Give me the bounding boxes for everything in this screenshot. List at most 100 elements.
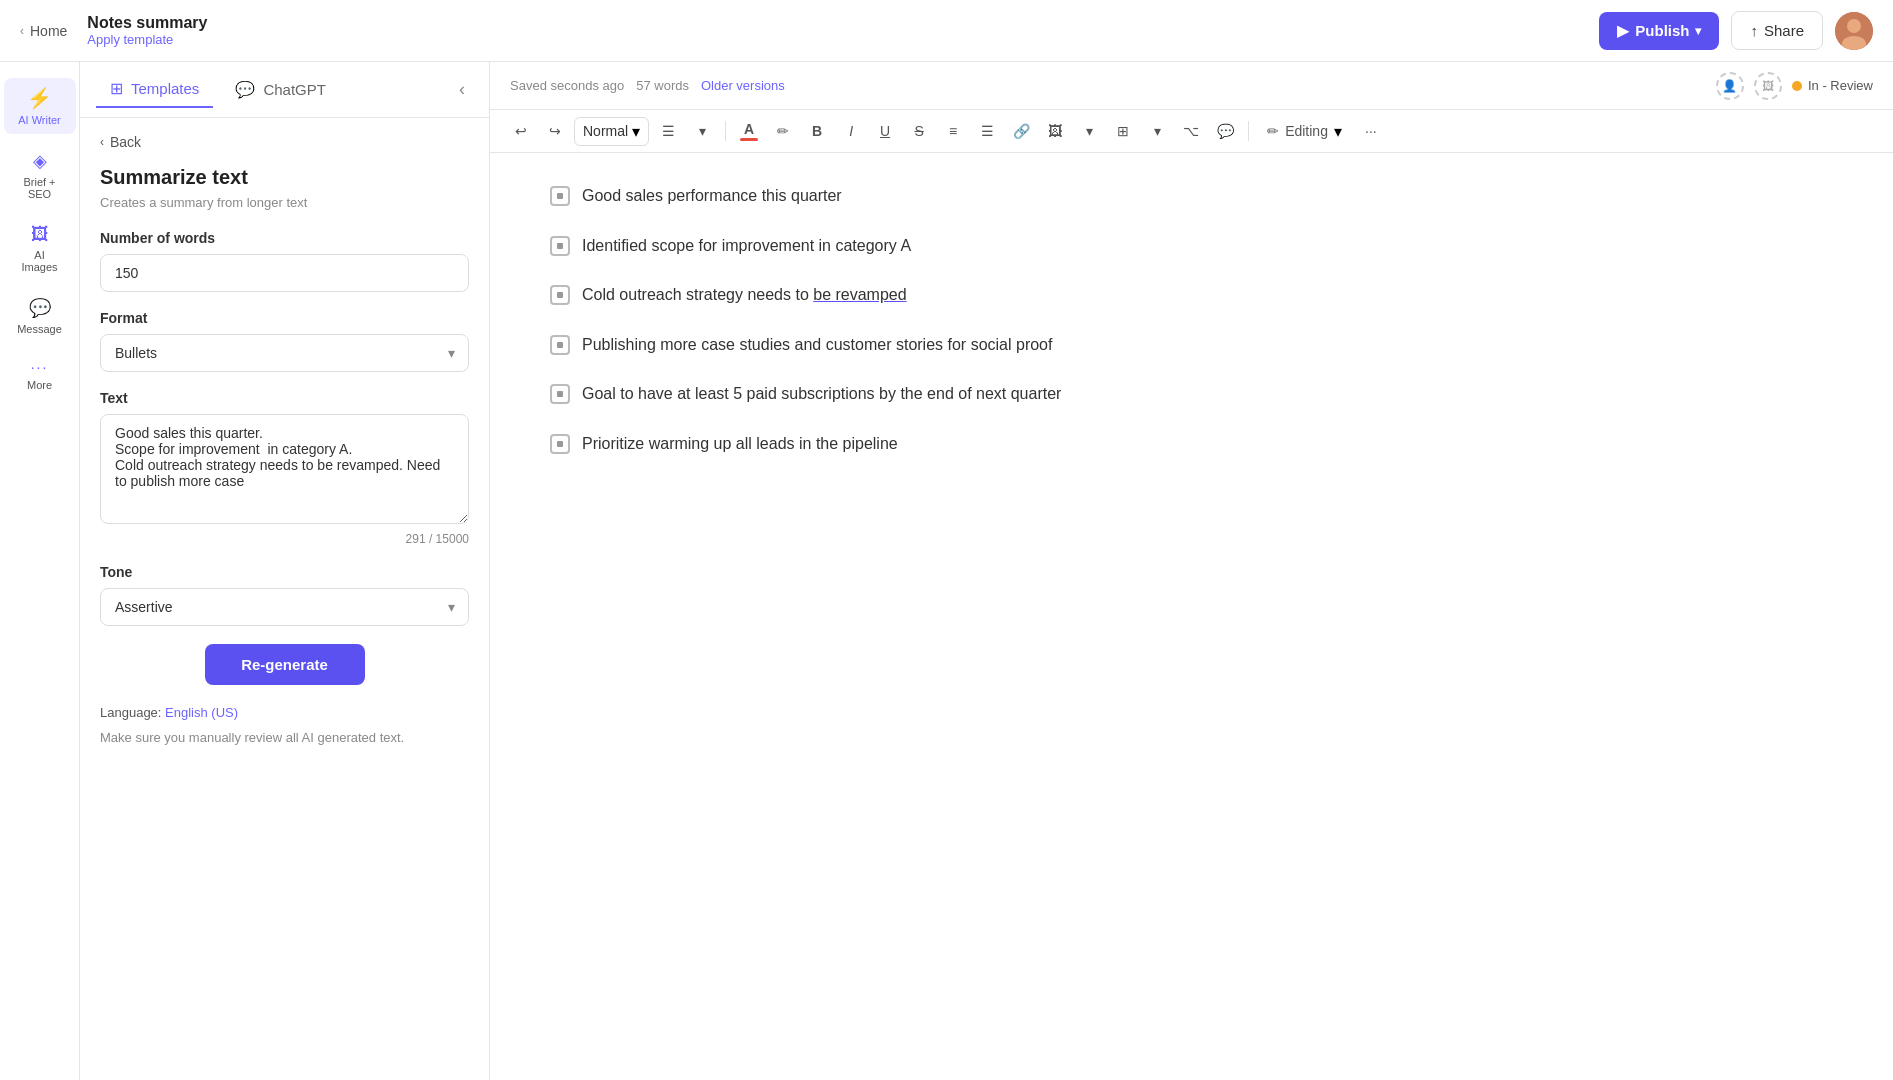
redo-button[interactable]: ↪ <box>540 116 570 146</box>
topbar-right: ▶ Publish ▾ ↑ Share <box>1599 11 1873 50</box>
sidebar-item-message[interactable]: 💬 Message <box>4 289 76 343</box>
editing-mode-wrap[interactable]: ✏ Editing ▾ <box>1257 118 1352 145</box>
status-dot-icon <box>1792 81 1802 91</box>
bullet-item-1: Good sales performance this quarter <box>550 183 1833 209</box>
older-versions-link[interactable]: Older versions <box>701 78 785 93</box>
share-button[interactable]: ↑ Share <box>1731 11 1823 50</box>
tone-select-wrap: Assertive Formal Casual Friendly Profess… <box>100 588 469 626</box>
highlight-button[interactable]: ✏ <box>768 116 798 146</box>
editor-topbar: Saved seconds ago 57 words Older version… <box>490 62 1893 110</box>
sidebar-item-more[interactable]: ··· More <box>4 351 76 399</box>
apply-template-link[interactable]: Apply template <box>87 32 207 47</box>
editing-dropdown-icon: ▾ <box>1334 122 1342 141</box>
bullet-list-button[interactable]: ≡ <box>938 116 968 146</box>
undo-button[interactable]: ↩ <box>506 116 536 146</box>
bold-button[interactable]: B <box>802 116 832 146</box>
number-of-words-input[interactable] <box>100 254 469 292</box>
sidebar-item-ai-writer[interactable]: ⚡ AI Writer <box>4 78 76 134</box>
align-dropdown-button[interactable]: ▾ <box>687 116 717 146</box>
ai-images-icon: 🖼 <box>31 224 49 245</box>
format-select[interactable]: Bullets Numbered Paragraph <box>100 334 469 372</box>
back-label: Back <box>110 134 141 150</box>
sidebar-label-message: Message <box>17 323 62 335</box>
table-button[interactable]: ⊞ <box>1108 116 1138 146</box>
bullet-item-6: Prioritize warming up all leads in the p… <box>550 431 1833 457</box>
text-color-button[interactable]: A <box>734 116 764 146</box>
more-options-button[interactable]: ··· <box>1356 116 1386 146</box>
editing-icon: ✏ <box>1267 123 1279 139</box>
editor-area: Saved seconds ago 57 words Older version… <box>490 62 1893 1080</box>
text-style-select[interactable]: Normal ▾ <box>574 117 649 146</box>
text-style-label: Normal <box>583 123 628 139</box>
bullet-text-6: Prioritize warming up all leads in the p… <box>582 431 898 457</box>
publish-play-icon: ▶ <box>1617 22 1629 40</box>
message-icon: 💬 <box>29 297 51 319</box>
back-link[interactable]: ‹ Back <box>100 134 469 150</box>
table-dropdown-button[interactable]: ▾ <box>1142 116 1172 146</box>
bullet-item-3: Cold outreach strategy needs to be revam… <box>550 282 1833 308</box>
image-button[interactable]: 🖼 <box>1040 116 1070 146</box>
format-select-wrap: Bullets Numbered Paragraph ▾ <box>100 334 469 372</box>
template-desc: Creates a summary from longer text <box>100 195 469 210</box>
template-title: Summarize text <box>100 166 469 189</box>
tone-label: Tone <box>100 564 469 580</box>
editor-status: 👤 🖼 In - Review <box>1716 72 1873 100</box>
bullet-dot-2 <box>550 236 570 256</box>
sidebar-item-brief-seo[interactable]: ◈ Brief + SEO <box>4 142 76 208</box>
underline-text-3: be revamped <box>813 286 906 303</box>
saved-text: Saved seconds ago <box>510 78 624 93</box>
align-button[interactable]: ☰ <box>653 116 683 146</box>
doc-info: Notes summary Apply template <box>87 14 207 47</box>
sidebar-label-ai-images: AI Images <box>16 249 64 273</box>
tab-templates[interactable]: ⊞ Templates <box>96 71 213 108</box>
topbar-left: ‹ Home Notes summary Apply template <box>20 14 207 47</box>
bullet-item-2: Identified scope for improvement in cate… <box>550 233 1833 259</box>
comment-button[interactable]: 💬 <box>1210 116 1240 146</box>
regenerate-button[interactable]: Re-generate <box>205 644 365 685</box>
toolbar-divider-1 <box>725 121 726 141</box>
publish-label: Publish <box>1635 22 1689 39</box>
disclaimer: Make sure you manually review all AI gen… <box>100 728 469 748</box>
italic-icon: I <box>849 123 853 139</box>
strikethrough-button[interactable]: S <box>904 116 934 146</box>
numbered-list-button[interactable]: ☰ <box>972 116 1002 146</box>
tab-chatgpt[interactable]: 💬 ChatGPT <box>221 72 340 107</box>
panel-content: ‹ Back Summarize text Creates a summary … <box>80 118 489 1080</box>
language-line: Language: English (US) <box>100 705 469 720</box>
italic-button[interactable]: I <box>836 116 866 146</box>
underline-button[interactable]: U <box>870 116 900 146</box>
topbar: ‹ Home Notes summary Apply template ▶ Pu… <box>0 0 1893 62</box>
bullet-item-5: Goal to have at least 5 paid subscriptio… <box>550 381 1833 407</box>
number-of-words-label: Number of words <box>100 230 469 246</box>
language-link[interactable]: English (US) <box>165 705 238 720</box>
publish-button[interactable]: ▶ Publish ▾ <box>1599 12 1719 50</box>
text-input[interactable]: Good sales this quarter. Scope for impro… <box>100 414 469 524</box>
editor-content[interactable]: Good sales performance this quarter Iden… <box>490 153 1893 1080</box>
status-label: In - Review <box>1808 78 1873 93</box>
bullet-text-5: Goal to have at least 5 paid subscriptio… <box>582 381 1061 407</box>
image-dropdown-button[interactable]: ▾ <box>1074 116 1104 146</box>
code-button[interactable]: ⌥ <box>1176 116 1206 146</box>
format-label: Format <box>100 310 469 326</box>
tone-group: Tone Assertive Formal Casual Friendly Pr… <box>100 564 469 626</box>
icon-sidebar: ⚡ AI Writer ◈ Brief + SEO 🖼 AI Images 💬 … <box>0 62 80 1080</box>
bullet-dot-1 <box>550 186 570 206</box>
collaborator-avatar-icon: 👤 <box>1716 72 1744 100</box>
bullet-item-4: Publishing more case studies and custome… <box>550 332 1833 358</box>
tone-select[interactable]: Assertive Formal Casual Friendly Profess… <box>100 588 469 626</box>
bold-icon: B <box>812 123 822 139</box>
panel-sidebar: ⊞ Templates 💬 ChatGPT ‹ ‹ Back Summarize… <box>80 62 490 1080</box>
sidebar-item-ai-images[interactable]: 🖼 AI Images <box>4 216 76 281</box>
svg-point-1 <box>1847 19 1861 33</box>
share-icon: ↑ <box>1750 22 1758 39</box>
home-link[interactable]: ‹ Home <box>20 23 67 39</box>
bullet-text-2: Identified scope for improvement in cate… <box>582 233 911 259</box>
collapse-panel-button[interactable]: ‹ <box>451 75 473 104</box>
main-layout: ⚡ AI Writer ◈ Brief + SEO 🖼 AI Images 💬 … <box>0 62 1893 1080</box>
chatgpt-tab-label: ChatGPT <box>263 81 326 98</box>
sidebar-label-brief-seo: Brief + SEO <box>16 176 64 200</box>
link-button[interactable]: 🔗 <box>1006 116 1036 146</box>
avatar[interactable] <box>1835 12 1873 50</box>
text-style-dropdown-icon: ▾ <box>632 122 640 141</box>
text-color-bar-icon <box>740 138 758 141</box>
